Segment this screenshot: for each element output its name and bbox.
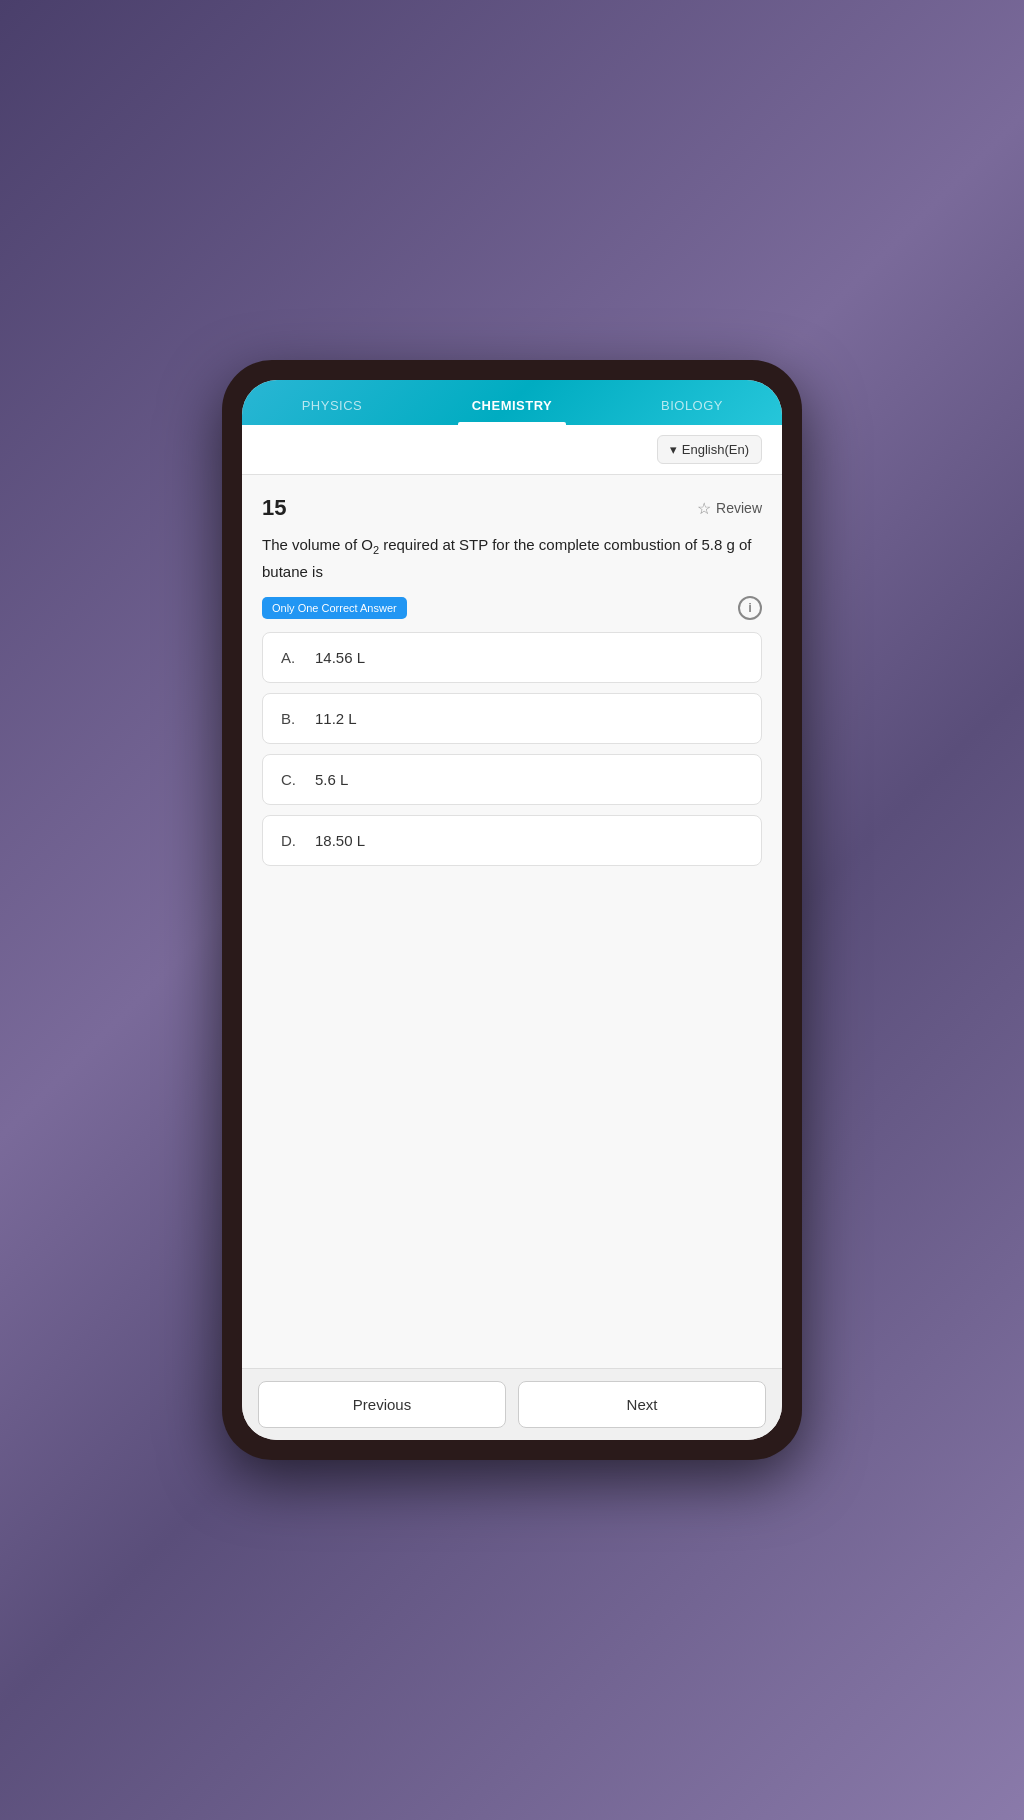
option-d-text: 18.50 L: [315, 832, 365, 849]
language-bar: ▾ English(En): [242, 425, 782, 475]
option-c-letter: C.: [281, 771, 301, 788]
options-list: A. 14.56 L B. 11.2 L C. 5.6 L D. 18.50 L: [262, 632, 762, 866]
next-button[interactable]: Next: [518, 1381, 766, 1428]
option-d[interactable]: D. 18.50 L: [262, 815, 762, 866]
chevron-down-icon: ▾: [670, 442, 677, 457]
phone-device: PHYSICS CHEMISTRY BIOLOGY ▾ English(En) …: [222, 360, 802, 1460]
option-a-text: 14.56 L: [315, 649, 365, 666]
question-text: The volume of O2 required at STP for the…: [262, 533, 762, 584]
tab-physics[interactable]: PHYSICS: [242, 380, 422, 425]
language-selector[interactable]: ▾ English(En): [657, 435, 762, 464]
question-text-part1: The volume of O: [262, 536, 373, 553]
option-b[interactable]: B. 11.2 L: [262, 693, 762, 744]
question-header: 15 ☆ Review: [262, 495, 762, 521]
content-area: 15 ☆ Review The volume of O2 required at…: [242, 475, 782, 1368]
question-number: 15: [262, 495, 286, 521]
previous-button[interactable]: Previous: [258, 1381, 506, 1428]
review-button[interactable]: ☆ Review: [697, 499, 762, 518]
answer-type-badge: Only One Correct Answer: [262, 597, 407, 619]
option-c-text: 5.6 L: [315, 771, 348, 788]
option-a[interactable]: A. 14.56 L: [262, 632, 762, 683]
option-c[interactable]: C. 5.6 L: [262, 754, 762, 805]
option-b-text: 11.2 L: [315, 710, 357, 727]
review-label: Review: [716, 500, 762, 516]
bottom-nav: Previous Next: [242, 1368, 782, 1440]
tab-chemistry[interactable]: CHEMISTRY: [422, 380, 602, 425]
badge-row: Only One Correct Answer i: [262, 596, 762, 620]
tab-bar: PHYSICS CHEMISTRY BIOLOGY: [242, 380, 782, 425]
option-a-letter: A.: [281, 649, 301, 666]
option-b-letter: B.: [281, 710, 301, 727]
language-label: English(En): [682, 442, 749, 457]
info-icon[interactable]: i: [738, 596, 762, 620]
tab-biology[interactable]: BIOLOGY: [602, 380, 782, 425]
phone-screen: PHYSICS CHEMISTRY BIOLOGY ▾ English(En) …: [242, 380, 782, 1440]
option-d-letter: D.: [281, 832, 301, 849]
star-icon: ☆: [697, 499, 711, 518]
